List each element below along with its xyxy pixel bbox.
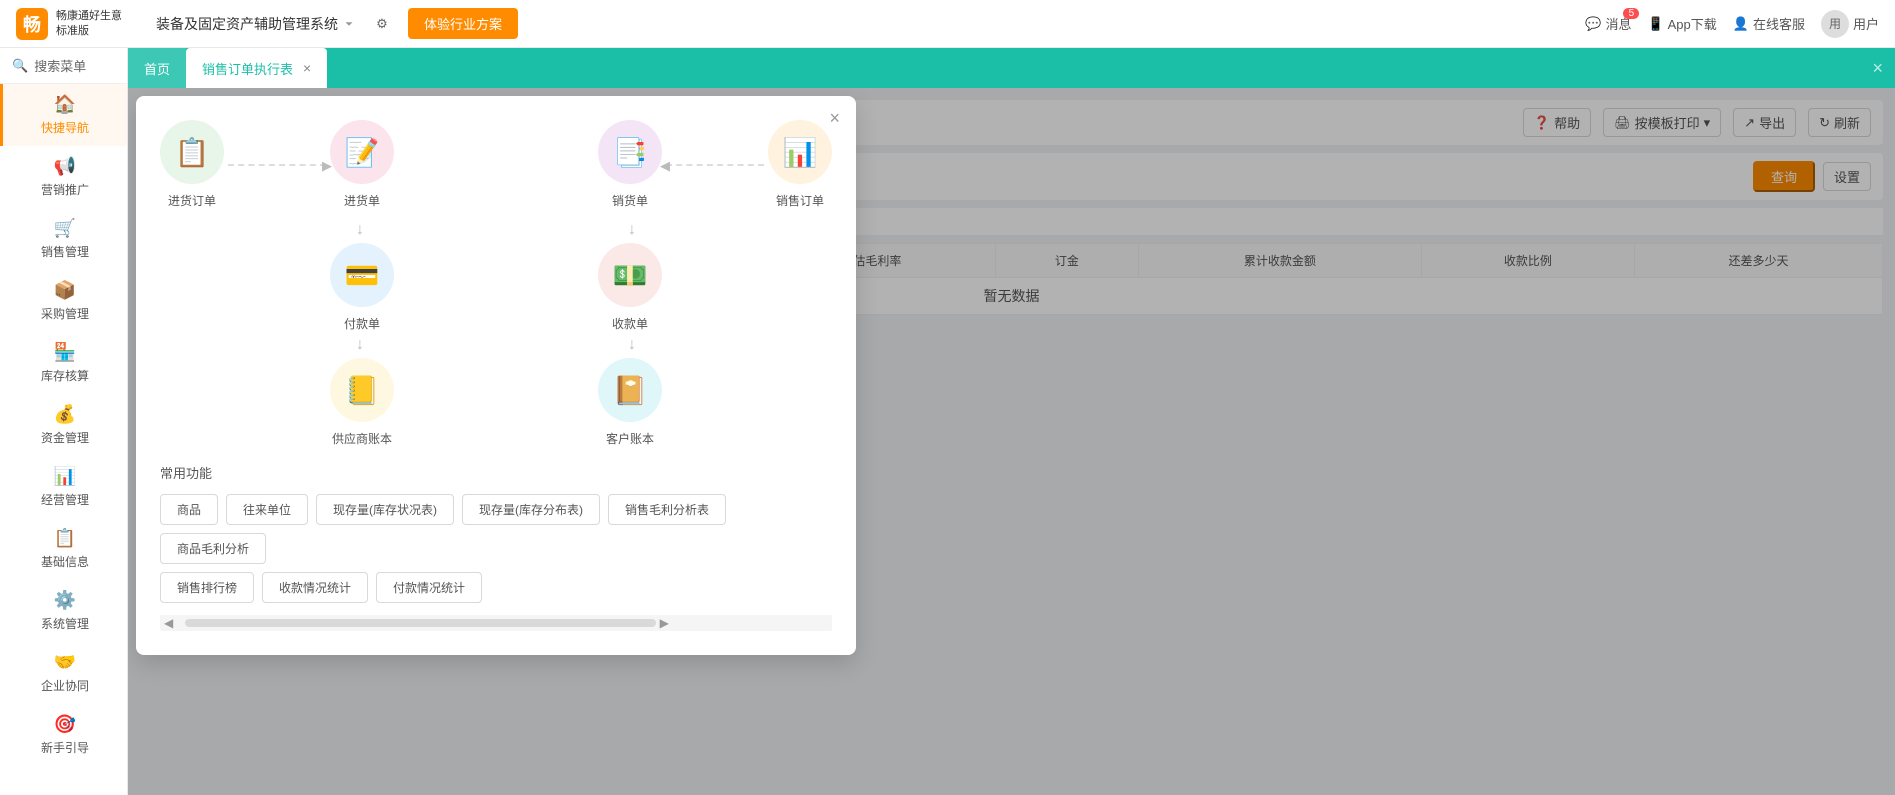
sidebar-item-newbie[interactable]: 🎯 新手引导 [0, 704, 127, 766]
down-arrow-receipt: ↓ [600, 336, 664, 354]
phone-icon: 📱 [1647, 16, 1663, 32]
finance-icon: 💰 [54, 404, 76, 425]
message-icon: 💬 [1585, 16, 1601, 32]
func-btn-sales-margin[interactable]: 销售毛利分析表 [608, 494, 726, 525]
close-tab-area-icon[interactable]: × [1860, 58, 1895, 79]
sidebar-item-inventory[interactable]: 🏪 库存核算 [0, 332, 127, 394]
scroll-right-arrow[interactable]: ▶ [656, 616, 673, 630]
purchase-icon: 📦 [54, 280, 76, 301]
flow-row-bottom: 📒 供应商账本 📔 客户账本 [160, 358, 832, 447]
enterprise-icon: 🤝 [54, 652, 76, 673]
sidebar-item-operations[interactable]: 📊 经营管理 [0, 456, 127, 518]
top-right-actions: 💬 消息 5 📱 App下载 👤 在线客服 用 用户 [1585, 10, 1879, 38]
app-download-button[interactable]: 📱 App下载 [1647, 14, 1716, 33]
dropdown-icon [342, 17, 356, 31]
tab-home[interactable]: 首页 [128, 48, 186, 88]
tab-close-icon[interactable]: × [303, 60, 311, 76]
sidebar-item-system[interactable]: ⚙️ 系统管理 [0, 580, 127, 642]
flow-node-purchase-order[interactable]: 📋 进货订单 [160, 120, 224, 209]
sidebar-item-finance[interactable]: 💰 资金管理 [0, 394, 127, 456]
flow-node-receipt-bill[interactable]: 💵 收款单 [598, 243, 662, 332]
arrow-purchase-order-to-purchase-bill: ▶ [228, 164, 326, 166]
message-button[interactable]: 💬 消息 5 [1585, 14, 1631, 33]
flow-arrows-down: ↓ ↓ [160, 221, 832, 239]
customer-ledger-icon: 📔 [598, 358, 662, 422]
scroll-left-arrow[interactable]: ◀ [160, 616, 177, 630]
sidebar-item-purchase[interactable]: 📦 采购管理 [0, 270, 127, 332]
func-buttons-row-1: 商品 往来单位 现存量(库存状况表) 现存量(库存分布表) 销售毛利分析表 商品… [160, 494, 832, 564]
flow-row-top: 📋 进货订单 ▶ 📝 进货单 [160, 120, 832, 209]
func-btn-product[interactable]: 商品 [160, 494, 218, 525]
popup-close-button[interactable]: × [829, 108, 840, 129]
home-icon: 🏠 [54, 94, 76, 115]
payment-bill-icon: 💳 [330, 243, 394, 307]
flow-node-supplier-ledger[interactable]: 📒 供应商账本 [330, 358, 394, 447]
logo-text: 畅康通好生意 标准版 [56, 9, 122, 38]
down-arrow-sales-bill: ↓ [600, 221, 664, 239]
online-service-button[interactable]: 👤 在线客服 [1733, 14, 1805, 33]
down-arrow-purchase-bill: ↓ [328, 221, 392, 239]
message-badge: 5 [1623, 8, 1639, 19]
supplier-ledger-icon: 📒 [330, 358, 394, 422]
scroll-thumb[interactable] [185, 619, 655, 627]
flow-node-payment-bill[interactable]: 💳 付款单 [330, 243, 394, 332]
func-btn-payment-stats[interactable]: 付款情况统计 [376, 572, 482, 603]
flow-row-mid: 💳 付款单 💵 收款单 [160, 243, 832, 332]
flow-node-purchase-bill[interactable]: 📝 进货单 [330, 120, 394, 209]
func-btn-sales-ranking[interactable]: 销售排行榜 [160, 572, 254, 603]
func-btn-product-margin[interactable]: 商品毛利分析 [160, 533, 266, 564]
func-buttons-row-2: 销售排行榜 收款情况统计 付款情况统计 [160, 572, 832, 603]
horizontal-scrollbar[interactable]: ◀ ▶ [160, 615, 832, 631]
sidebar-item-sales[interactable]: 🛒 销售管理 [0, 208, 127, 270]
sidebar-item-basic-info[interactable]: 📋 基础信息 [0, 518, 127, 580]
receipt-bill-icon: 💵 [598, 243, 662, 307]
tab-bar: 首页 销售订单执行表 × × [128, 48, 1895, 88]
sidebar-item-quick-nav[interactable]: 🏠 快捷导航 [0, 84, 127, 146]
newbie-icon: 🎯 [54, 714, 76, 735]
sidebar-item-marketing[interactable]: 📢 营销推广 [0, 146, 127, 208]
system-icon: ⚙️ [54, 590, 76, 611]
basic-info-icon: 📋 [54, 528, 76, 549]
purchase-bill-icon: 📝 [330, 120, 394, 184]
flow-arrows-down-2: ↓ ↓ [160, 336, 832, 354]
func-btn-receipt-stats[interactable]: 收款情况统计 [262, 572, 368, 603]
avatar: 用 [1821, 10, 1849, 38]
flow-node-sales-bill[interactable]: 📑 销货单 [598, 120, 662, 209]
flow-node-sales-order[interactable]: 📊 销售订单 [768, 120, 832, 209]
logo-icon: 畅 [16, 8, 48, 40]
marketing-icon: 📢 [54, 156, 76, 177]
popup-overlay[interactable]: × 📋 进货订单 [128, 88, 1895, 795]
purchase-order-icon: 📋 [160, 120, 224, 184]
search-menu[interactable]: 🔍 搜索菜单 [0, 48, 127, 84]
func-btn-partner[interactable]: 往来单位 [226, 494, 308, 525]
func-btn-stock-dist[interactable]: 现存量(库存分布表) [462, 494, 600, 525]
flow-diagram: 📋 进货订单 ▶ 📝 进货单 [160, 120, 832, 447]
content-area: 首页 销售订单执行表 × × ❓ 帮助 [128, 48, 1895, 795]
trial-button[interactable]: 体验行业方案 [408, 8, 518, 39]
sales-icon: 🛒 [54, 218, 76, 239]
search-icon: 🔍 [12, 58, 28, 74]
system-title-area[interactable]: 装备及固定资产辅助管理系统 [156, 14, 356, 34]
sales-order-icon: 📊 [768, 120, 832, 184]
common-functions: 常用功能 商品 往来单位 现存量(库存状况表) 现存量(库存分布表) 销售毛利分… [160, 463, 832, 603]
tab-sales-order[interactable]: 销售订单执行表 × [186, 48, 327, 88]
func-btn-stock-status[interactable]: 现存量(库存状况表) [316, 494, 454, 525]
popup-dialog: × 📋 进货订单 [136, 96, 856, 655]
sidebar-item-enterprise[interactable]: 🤝 企业协同 [0, 642, 127, 704]
common-functions-title: 常用功能 [160, 463, 832, 482]
service-icon: 👤 [1733, 16, 1749, 32]
settings-gear-icon[interactable]: ⚙ [368, 10, 396, 38]
system-title: 装备及固定资产辅助管理系统 [156, 14, 338, 34]
operations-icon: 📊 [54, 466, 76, 487]
sidebar: 🔍 搜索菜单 🏠 快捷导航 📢 营销推广 🛒 销售管理 📦 采购管理 🏪 [0, 48, 128, 795]
logo-area: 畅 畅康通好生意 标准版 [16, 8, 144, 40]
inventory-icon: 🏪 [54, 342, 76, 363]
sales-bill-icon: 📑 [598, 120, 662, 184]
user-menu[interactable]: 用 用户 [1821, 10, 1879, 38]
arrow-sales-order-to-sales-bill: ◀ [666, 164, 764, 166]
flow-node-customer-ledger[interactable]: 📔 客户账本 [598, 358, 662, 447]
down-arrow-payment: ↓ [328, 336, 392, 354]
page-content: ❓ 帮助 🖨 按模板打印 ▾ ↗ 导出 ↻ 刷新 [128, 88, 1895, 795]
